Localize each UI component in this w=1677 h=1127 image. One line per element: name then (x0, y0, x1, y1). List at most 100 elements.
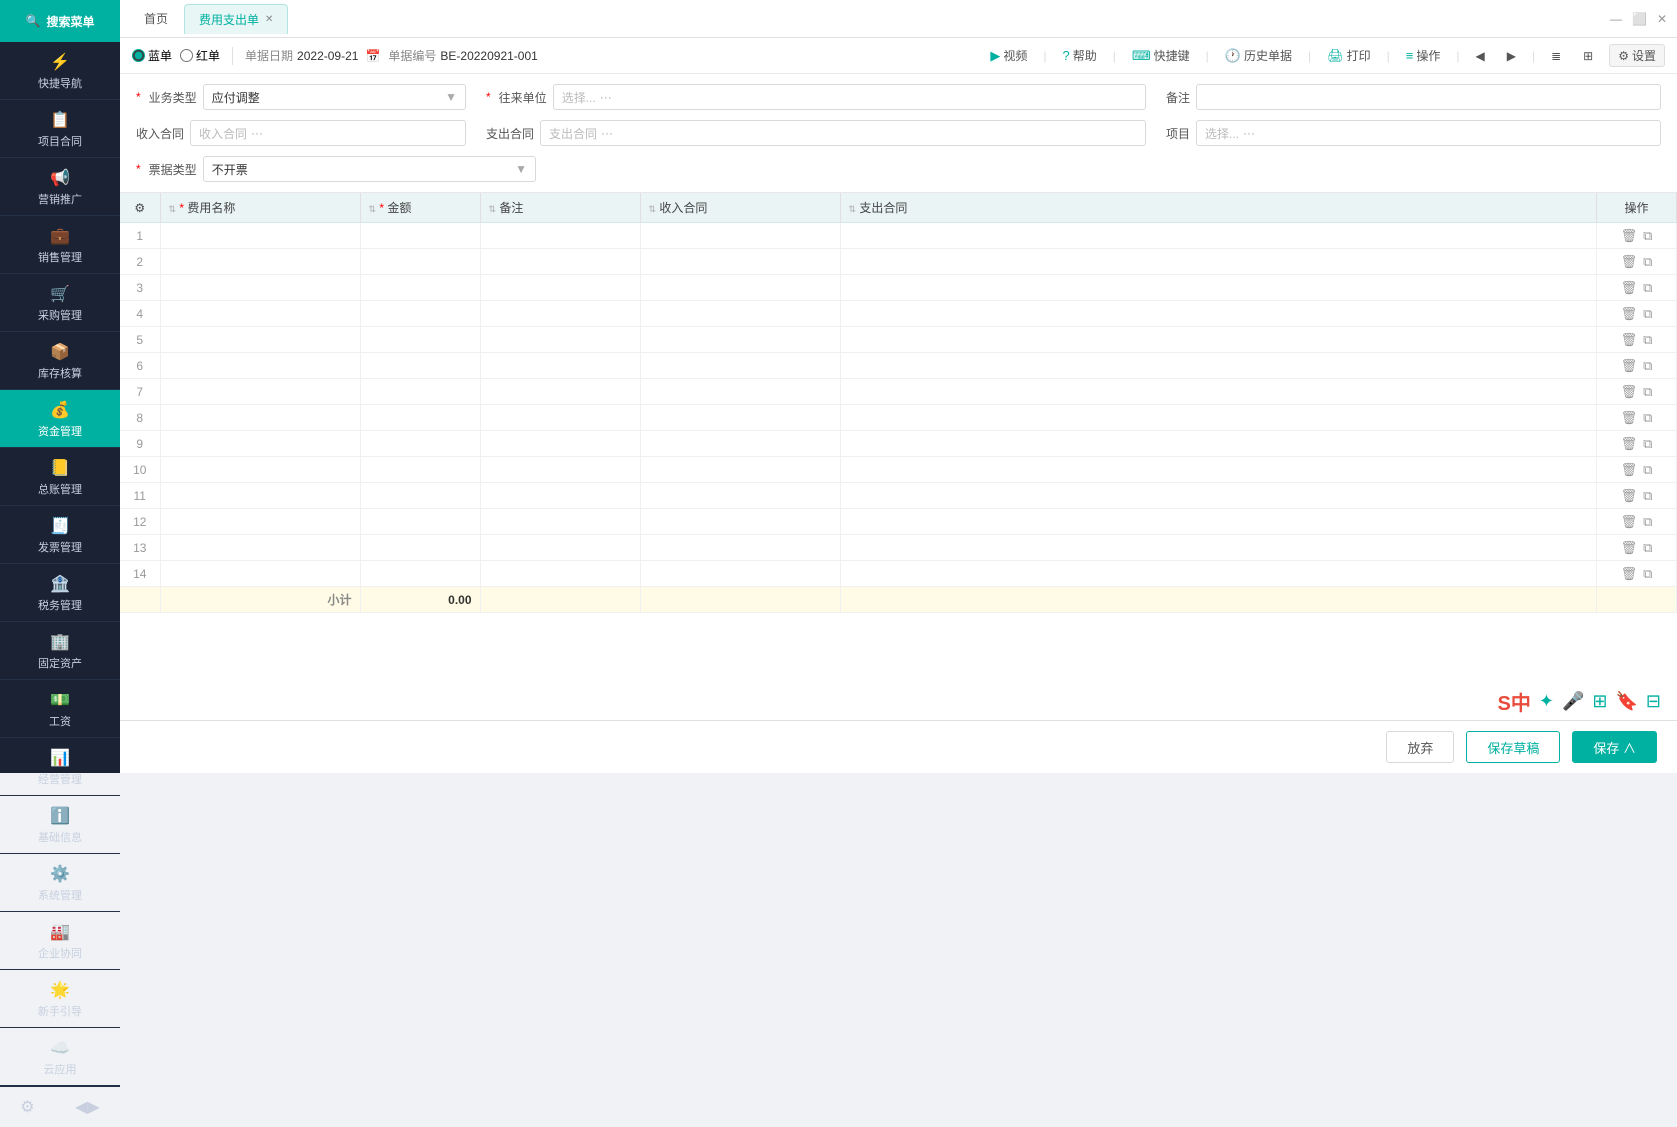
sidebar-item-salary[interactable]: 💵 工资 (0, 680, 120, 738)
sidebar-item-system[interactable]: ⚙️ 系统管理 (0, 854, 120, 912)
note-cell[interactable] (480, 275, 640, 301)
note-cell[interactable] (480, 509, 640, 535)
icon-mic[interactable]: 🎤 (1562, 691, 1584, 712)
business-type-input[interactable]: 应付调整 ▼ (203, 84, 466, 110)
note-cell[interactable] (480, 301, 640, 327)
sidebar-item-project-contract[interactable]: 📋 项目合同 (0, 100, 120, 158)
delete-icon[interactable]: 🗑 (1621, 540, 1638, 556)
copy-icon[interactable]: ⧉ (1643, 384, 1652, 400)
sidebar-item-marketing[interactable]: 📢 营销推广 (0, 158, 120, 216)
expense-name-cell[interactable] (160, 327, 360, 353)
expense-contract-cell[interactable] (840, 327, 1597, 353)
expense-name-cell[interactable] (160, 275, 360, 301)
tab-expense-form[interactable]: 费用支出单 ✕ (184, 4, 288, 34)
copy-icon[interactable]: ⧉ (1643, 436, 1652, 452)
amount-cell[interactable] (360, 249, 480, 275)
project-dots-icon[interactable]: ··· (1243, 126, 1255, 140)
sidebar-item-new-guide[interactable]: 🌟 新手引导 (0, 970, 120, 1028)
note-cell[interactable] (480, 223, 640, 249)
th-config[interactable]: ⚙ (120, 193, 160, 223)
invoice-type-input[interactable]: 不开票 ▼ (203, 156, 536, 182)
income-contract-cell[interactable] (640, 431, 840, 457)
expense-contract-cell[interactable] (840, 275, 1597, 301)
expense-contract-cell[interactable] (840, 249, 1597, 275)
copy-icon[interactable]: ⧉ (1643, 332, 1652, 348)
expense-contract-cell[interactable] (840, 379, 1597, 405)
amount-cell[interactable] (360, 561, 480, 587)
copy-icon[interactable]: ⧉ (1643, 410, 1652, 426)
expense-name-cell[interactable] (160, 483, 360, 509)
amount-cell[interactable] (360, 535, 480, 561)
copy-icon[interactable]: ⧉ (1643, 514, 1652, 530)
delete-icon[interactable]: 🗑 (1621, 488, 1638, 504)
delete-icon[interactable]: 🗑 (1621, 410, 1638, 426)
project-input[interactable]: 选择... ··· (1196, 120, 1661, 146)
income-contract-input[interactable]: 收入合同 ··· (190, 120, 466, 146)
delete-icon[interactable]: 🗑 (1621, 384, 1638, 400)
th-expense-contract[interactable]: ⇅ 支出合同 (840, 193, 1597, 223)
expense-contract-input[interactable]: 支出合同 ··· (540, 120, 1146, 146)
sidebar-item-operations[interactable]: 📊 经营管理 (0, 738, 120, 796)
sidebar-item-tax[interactable]: 🏦 税务管理 (0, 564, 120, 622)
th-income-contract[interactable]: ⇅ 收入合同 (640, 193, 840, 223)
sidebar-item-purchase[interactable]: 🛒 采购管理 (0, 274, 120, 332)
delete-icon[interactable]: 🗑 (1621, 280, 1638, 296)
expense-dots-icon[interactable]: ··· (601, 126, 613, 140)
copy-icon[interactable]: ⧉ (1643, 280, 1652, 296)
amount-cell[interactable] (360, 405, 480, 431)
delete-icon[interactable]: 🗑 (1621, 566, 1638, 582)
income-dots-icon[interactable]: ··· (251, 126, 263, 140)
sidebar-item-fixed-assets[interactable]: 🏢 固定资产 (0, 622, 120, 680)
income-contract-cell[interactable] (640, 483, 840, 509)
expense-name-cell[interactable] (160, 223, 360, 249)
expense-name-cell[interactable] (160, 249, 360, 275)
copy-icon[interactable]: ⧉ (1643, 306, 1652, 322)
note-cell[interactable] (480, 431, 640, 457)
sidebar-item-sales[interactable]: 💼 销售管理 (0, 216, 120, 274)
income-contract-cell[interactable] (640, 301, 840, 327)
expense-contract-cell[interactable] (840, 457, 1597, 483)
sidebar-item-quick-nav[interactable]: ⚡ 快捷导航 (0, 42, 120, 100)
delete-icon[interactable]: 🗑 (1621, 228, 1638, 244)
window-minimize-icon[interactable]: — (1610, 12, 1622, 26)
delete-icon[interactable]: 🗑 (1621, 462, 1638, 478)
radio-red-label[interactable]: 红单 (180, 47, 220, 64)
income-contract-cell[interactable] (640, 509, 840, 535)
tab-close-icon[interactable]: ✕ (265, 14, 273, 25)
copy-icon[interactable]: ⧉ (1643, 254, 1652, 270)
income-contract-cell[interactable] (640, 405, 840, 431)
amount-cell[interactable] (360, 431, 480, 457)
copy-icon[interactable]: ⧉ (1643, 566, 1652, 582)
window-close-icon[interactable]: ✕ (1657, 12, 1667, 26)
shortcut-btn[interactable]: ⌨ 快捷键 (1126, 45, 1196, 66)
note-cell[interactable] (480, 457, 640, 483)
print-btn[interactable]: 🖨 打印 (1321, 45, 1377, 66)
history-btn[interactable]: 🕐 历史单据 (1219, 45, 1298, 66)
th-note[interactable]: ⇅ 备注 (480, 193, 640, 223)
partner-dots-icon[interactable]: ··· (600, 90, 612, 104)
income-contract-cell[interactable] (640, 353, 840, 379)
expense-name-cell[interactable] (160, 353, 360, 379)
view-grid-btn[interactable]: ⊞ (1577, 47, 1599, 65)
nav-prev-btn[interactable]: ◀ (1470, 47, 1491, 65)
sidebar-item-invoice[interactable]: 🧾 发票管理 (0, 506, 120, 564)
video-btn[interactable]: ▶ 视频 (984, 45, 1033, 66)
settings-button[interactable]: ⚙ 设置 (1609, 44, 1665, 67)
volume-icon[interactable]: ◀▶ (75, 1097, 100, 1117)
income-contract-cell[interactable] (640, 561, 840, 587)
income-contract-cell[interactable] (640, 457, 840, 483)
copy-icon[interactable]: ⧉ (1643, 540, 1652, 556)
icon-grid[interactable]: ⊞ (1592, 691, 1607, 712)
sidebar-item-ledger[interactable]: 📒 总账管理 (0, 448, 120, 506)
amount-cell[interactable] (360, 275, 480, 301)
copy-icon[interactable]: ⧉ (1643, 488, 1652, 504)
expense-name-cell[interactable] (160, 509, 360, 535)
expense-name-cell[interactable] (160, 431, 360, 457)
amount-cell[interactable] (360, 379, 480, 405)
sidebar-item-inventory[interactable]: 📦 库存核算 (0, 332, 120, 390)
expense-name-cell[interactable] (160, 379, 360, 405)
note-cell[interactable] (480, 483, 640, 509)
nav-next-btn[interactable]: ▶ (1501, 47, 1522, 65)
delete-icon[interactable]: 🗑 (1621, 358, 1638, 374)
expense-name-cell[interactable] (160, 301, 360, 327)
